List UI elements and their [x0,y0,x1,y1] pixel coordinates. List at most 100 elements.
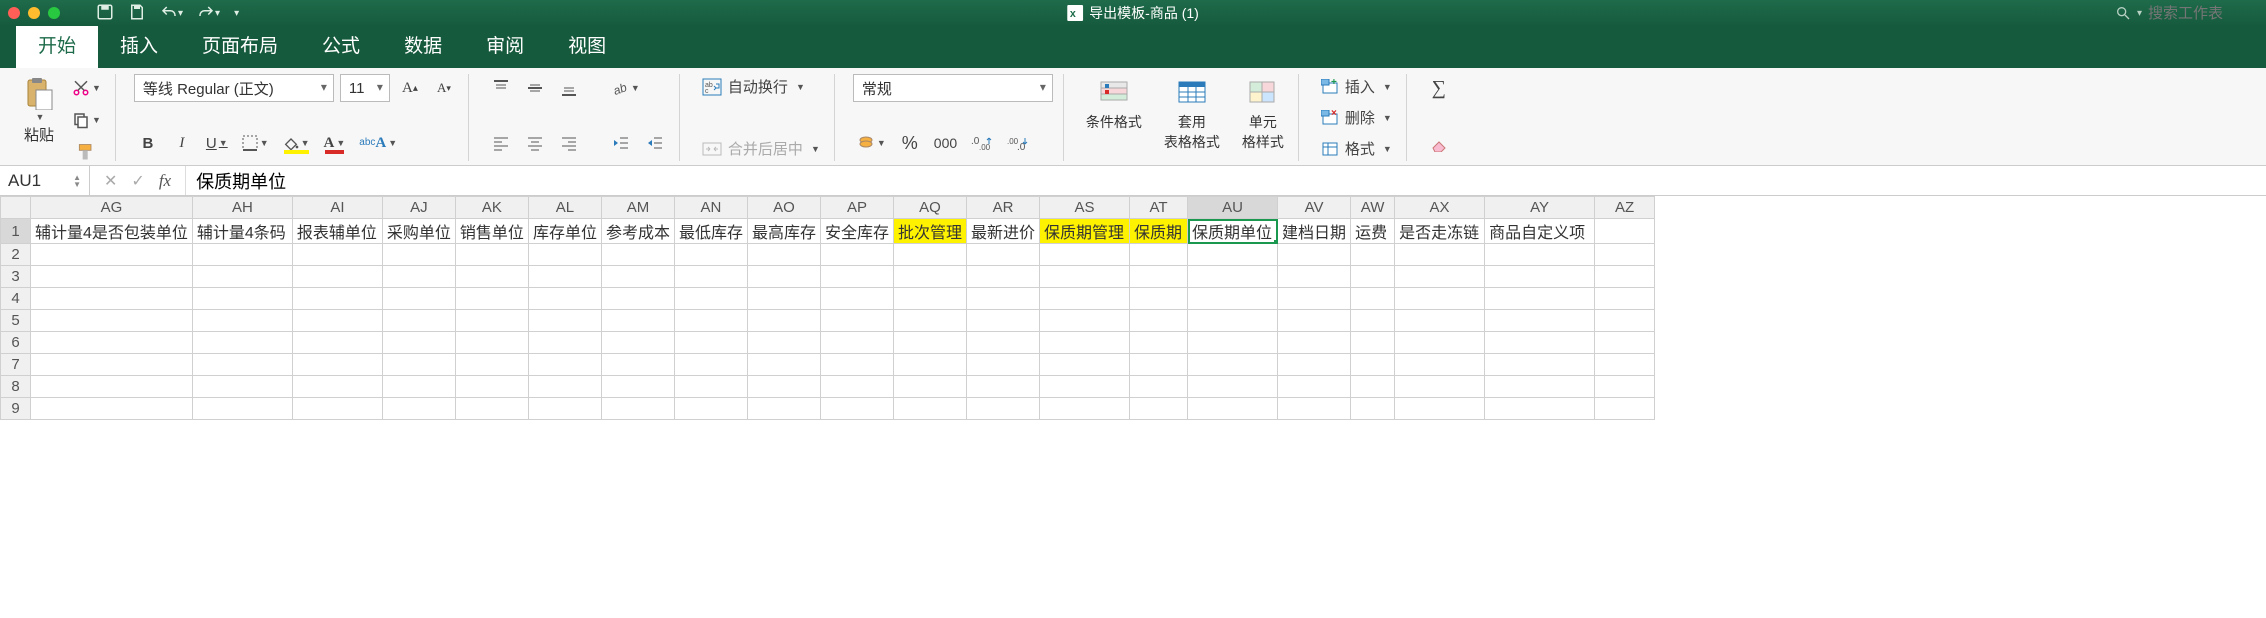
cell-AP9[interactable] [821,398,894,420]
cell-AG4[interactable] [31,288,193,310]
col-header-AO[interactable]: AO [747,197,820,219]
cell-AX3[interactable] [1395,266,1485,288]
cell-AJ5[interactable] [382,310,455,332]
cell-AQ3[interactable] [894,266,967,288]
cell-AS4[interactable] [1040,288,1130,310]
cell-AR8[interactable] [967,376,1040,398]
col-header-AS[interactable]: AS [1040,197,1130,219]
cell-AU3[interactable] [1188,266,1278,288]
cell-AW6[interactable] [1351,332,1395,354]
col-header-AY[interactable]: AY [1485,197,1595,219]
cell-AX2[interactable] [1395,244,1485,266]
cell-AJ2[interactable] [382,244,455,266]
cell-AT2[interactable] [1130,244,1188,266]
accept-formula-button[interactable]: ✓ [131,171,144,191]
cell-AH8[interactable] [192,376,292,398]
cell-AP6[interactable] [821,332,894,354]
formula-input[interactable] [185,166,2266,195]
row-header-9[interactable]: 9 [1,398,31,420]
col-header-AZ[interactable]: AZ [1595,197,1655,219]
font-name-select[interactable]: 等线 Regular (正文) [134,74,334,102]
cell-AT8[interactable] [1130,376,1188,398]
col-header-AN[interactable]: AN [674,197,747,219]
cell-AV9[interactable] [1278,398,1351,420]
cell-AU9[interactable] [1188,398,1278,420]
cell-AV7[interactable] [1278,354,1351,376]
wrap-text-button[interactable]: abc 自动换行 ▼ [698,74,824,99]
cell-AN8[interactable] [674,376,747,398]
cell-AJ4[interactable] [382,288,455,310]
cell-AZ5[interactable] [1595,310,1655,332]
cell-AI2[interactable] [292,244,382,266]
increase-decimal-button[interactable]: .0.00 [967,129,997,157]
cell-AL2[interactable] [528,244,601,266]
tab-view[interactable]: 视图 [546,23,628,68]
col-header-AL[interactable]: AL [528,197,601,219]
spreadsheet-grid[interactable]: AGAHAIAJAKALAMANAOAPAQARASATAUAVAWAXAYAZ… [0,196,2266,420]
cell-AW8[interactable] [1351,376,1395,398]
align-bottom-button[interactable] [555,74,583,102]
cell-AR4[interactable] [967,288,1040,310]
cell-styles-button[interactable]: 单元 格样式 [1238,74,1288,154]
cell-AR7[interactable] [967,354,1040,376]
row-header-8[interactable]: 8 [1,376,31,398]
cell-AM4[interactable] [601,288,674,310]
cell-AP3[interactable] [821,266,894,288]
cell-AO9[interactable] [747,398,820,420]
paste-button[interactable]: ▼ 粘贴 [18,74,60,166]
cell-AM6[interactable] [601,332,674,354]
cell-AL5[interactable] [528,310,601,332]
cell-AM9[interactable] [601,398,674,420]
delete-cells-button[interactable]: × 删除▼ [1317,105,1396,130]
redo-icon[interactable]: ▾ [197,4,220,22]
cell-AW4[interactable] [1351,288,1395,310]
comma-button[interactable]: 000 [930,129,961,157]
row-header-1[interactable]: 1 [1,219,31,244]
cell-AO4[interactable] [747,288,820,310]
cell-AQ1[interactable]: 批次管理 [894,219,967,244]
cell-AG3[interactable] [31,266,193,288]
cell-AO6[interactable] [747,332,820,354]
col-header-AR[interactable]: AR [967,197,1040,219]
col-header-AG[interactable]: AG [31,197,193,219]
cell-AZ3[interactable] [1595,266,1655,288]
cell-AK6[interactable] [455,332,528,354]
format-as-table-button[interactable]: 套用 表格格式 [1160,74,1224,154]
cell-AY3[interactable] [1485,266,1595,288]
cell-AM1[interactable]: 参考成本 [601,219,674,244]
orientation-button[interactable]: ab▼ [607,74,644,102]
cell-AO5[interactable] [747,310,820,332]
cell-AI3[interactable] [292,266,382,288]
minimize-window-button[interactable] [28,7,40,19]
col-header-AT[interactable]: AT [1130,197,1188,219]
fx-button[interactable]: fx [159,171,171,191]
cell-AL6[interactable] [528,332,601,354]
cell-AS2[interactable] [1040,244,1130,266]
cell-AM8[interactable] [601,376,674,398]
cell-AS6[interactable] [1040,332,1130,354]
cell-AR5[interactable] [967,310,1040,332]
cell-AJ6[interactable] [382,332,455,354]
col-header-AW[interactable]: AW [1351,197,1395,219]
cell-AT9[interactable] [1130,398,1188,420]
cell-AY8[interactable] [1485,376,1595,398]
cell-AR1[interactable]: 最新进价 [967,219,1040,244]
align-middle-button[interactable] [521,74,549,102]
cell-AY5[interactable] [1485,310,1595,332]
cell-AI7[interactable] [292,354,382,376]
col-header-AJ[interactable]: AJ [382,197,455,219]
cell-AI1[interactable]: 报表辅单位 [292,219,382,244]
cell-AS9[interactable] [1040,398,1130,420]
cell-AH2[interactable] [192,244,292,266]
cell-AV1[interactable]: 建档日期 [1278,219,1351,244]
row-header-4[interactable]: 4 [1,288,31,310]
col-header-AH[interactable]: AH [192,197,292,219]
clear-button[interactable] [1425,129,1453,157]
cell-AS7[interactable] [1040,354,1130,376]
cell-AU4[interactable] [1188,288,1278,310]
cell-AI6[interactable] [292,332,382,354]
underline-button[interactable]: U▼ [202,129,232,157]
cell-AZ9[interactable] [1595,398,1655,420]
cell-AZ2[interactable] [1595,244,1655,266]
cell-AQ4[interactable] [894,288,967,310]
